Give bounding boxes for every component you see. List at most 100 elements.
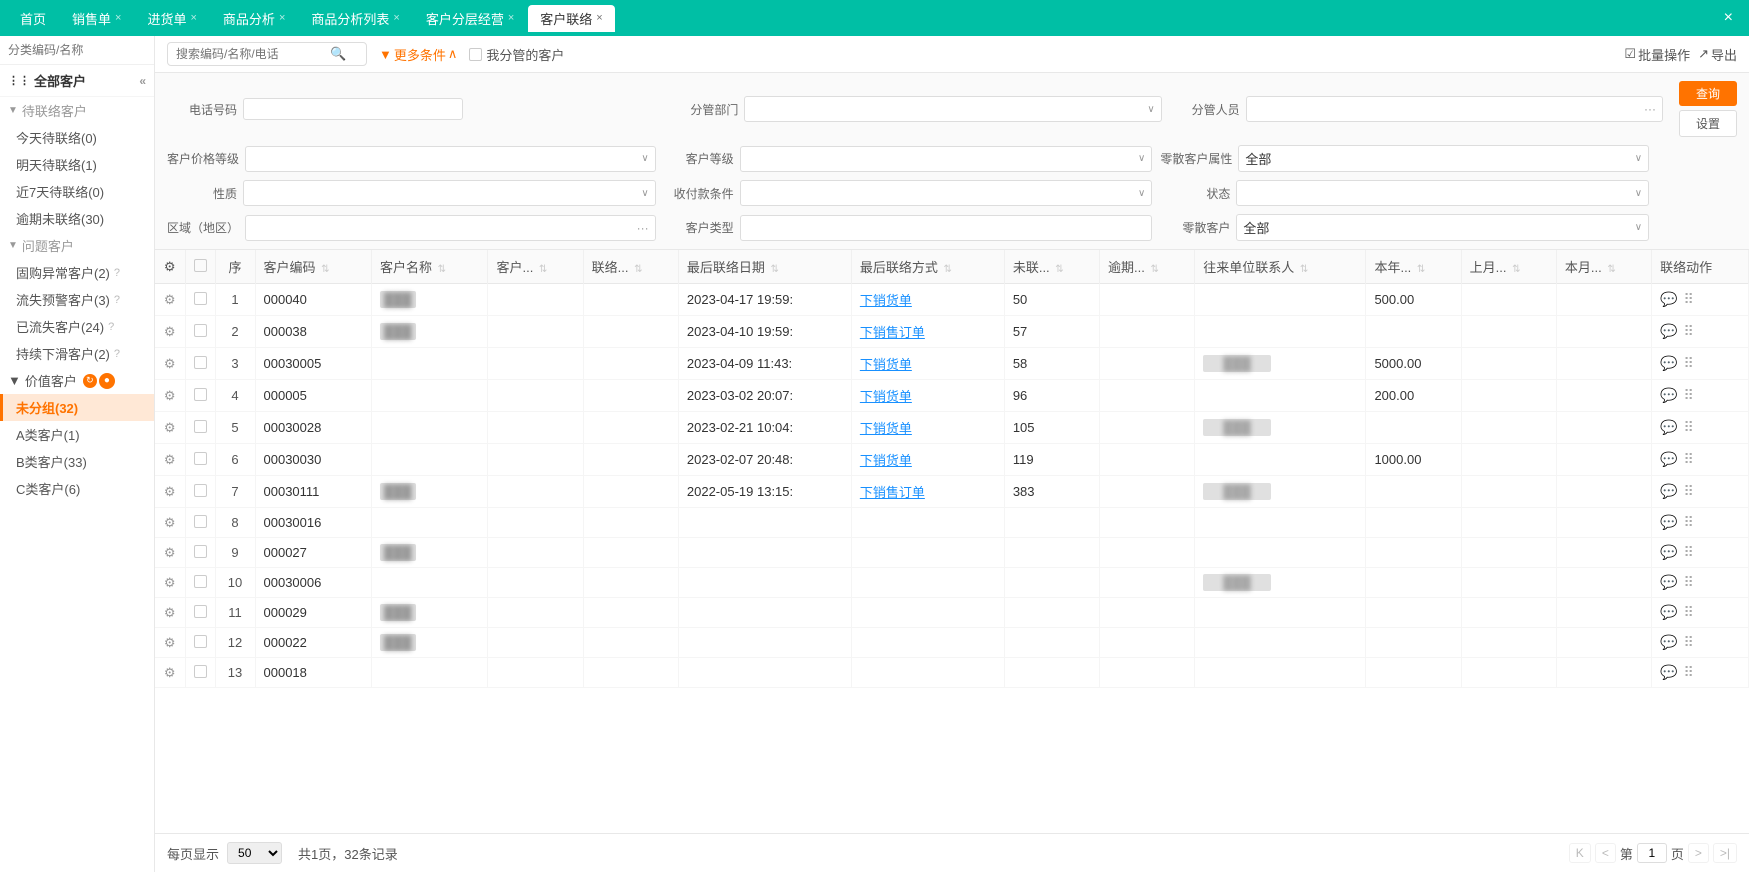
row-gear[interactable]: ⚙ bbox=[155, 628, 185, 658]
row-last-method[interactable]: 下销货单 bbox=[851, 412, 1004, 444]
col-header-this-year[interactable]: 本年... ⇅ bbox=[1366, 250, 1461, 284]
row-gear[interactable]: ⚙ bbox=[155, 284, 185, 316]
row-checkbox[interactable] bbox=[185, 538, 215, 568]
reset-btn[interactable]: 设置 bbox=[1679, 110, 1737, 137]
retail-attr-select[interactable]: 全部 ∨ bbox=[1238, 145, 1649, 172]
contact-icon[interactable]: 💬 bbox=[1660, 323, 1677, 340]
contact-icon[interactable]: 💬 bbox=[1660, 514, 1677, 531]
row-gear[interactable]: ⚙ bbox=[155, 658, 185, 688]
row-check[interactable] bbox=[194, 635, 207, 648]
select-all-checkbox[interactable] bbox=[194, 259, 207, 272]
price-customers-group-header[interactable]: ▼ 价值客户 ↻ ● bbox=[0, 367, 154, 394]
contact-icon[interactable]: 💬 bbox=[1660, 483, 1677, 500]
contact-icon[interactable]: 💬 bbox=[1660, 387, 1677, 404]
close-product-analysis-list-tab[interactable]: × bbox=[393, 12, 399, 24]
row-check[interactable] bbox=[194, 292, 207, 305]
row-checkbox[interactable] bbox=[185, 598, 215, 628]
row-check[interactable] bbox=[194, 605, 207, 618]
more-icon[interactable]: ⠿ bbox=[1684, 291, 1694, 308]
method-link[interactable]: 下销货单 bbox=[860, 421, 912, 436]
method-link[interactable]: 下销货单 bbox=[860, 453, 912, 468]
contact-icon[interactable]: 💬 bbox=[1660, 634, 1677, 651]
col-header-name[interactable]: 客户名称 ⇅ bbox=[371, 250, 487, 284]
row-last-method[interactable] bbox=[851, 508, 1004, 538]
row-gear[interactable]: ⚙ bbox=[155, 508, 185, 538]
tab-customer-segment[interactable]: 客户分层经营 × bbox=[414, 5, 526, 32]
row-checkbox[interactable] bbox=[185, 628, 215, 658]
row-last-method[interactable] bbox=[851, 568, 1004, 598]
row-last-method[interactable] bbox=[851, 628, 1004, 658]
row-checkbox[interactable] bbox=[185, 284, 215, 316]
row-gear[interactable]: ⚙ bbox=[155, 568, 185, 598]
close-customer-segment-tab[interactable]: × bbox=[508, 12, 514, 24]
more-icon[interactable]: ⠿ bbox=[1684, 544, 1694, 561]
customer-grade-select[interactable]: ∨ bbox=[740, 146, 1153, 172]
prev-page-btn[interactable]: < bbox=[1595, 843, 1616, 863]
col-header-checkbox[interactable] bbox=[185, 250, 215, 284]
region-select[interactable]: ··· bbox=[245, 215, 656, 241]
more-icon[interactable]: ⠿ bbox=[1684, 664, 1694, 681]
row-checkbox[interactable] bbox=[185, 658, 215, 688]
col-header-last-date[interactable]: 最后联络日期 ⇅ bbox=[678, 250, 851, 284]
method-link[interactable]: 下销售订单 bbox=[860, 485, 925, 500]
more-icon[interactable]: ⠿ bbox=[1684, 451, 1694, 468]
tab-home[interactable]: 首页 bbox=[8, 5, 58, 32]
payment-select[interactable]: ∨ bbox=[740, 180, 1153, 206]
sidebar-item-7days[interactable]: 近7天待联络(0) bbox=[0, 178, 154, 205]
export-btn[interactable]: ↗ 导出 bbox=[1698, 45, 1737, 64]
row-gear[interactable]: ⚙ bbox=[155, 598, 185, 628]
sidebar-item-abnormal-purchase[interactable]: 固购异常客户(2) ? bbox=[0, 259, 154, 286]
person-select[interactable]: ··· bbox=[1246, 96, 1663, 122]
contact-icon[interactable]: 💬 bbox=[1660, 355, 1677, 372]
more-icon[interactable]: ⠿ bbox=[1684, 323, 1694, 340]
more-icon[interactable]: ⠿ bbox=[1684, 574, 1694, 591]
more-icon[interactable]: ⠿ bbox=[1684, 355, 1694, 372]
row-gear[interactable]: ⚙ bbox=[155, 316, 185, 348]
problem-customers-group-header[interactable]: ▼ 问题客户 bbox=[0, 232, 154, 259]
sidebar-item-group-b[interactable]: B类客户(33) bbox=[0, 448, 154, 475]
col-header-overdue[interactable]: 逾期... ⇅ bbox=[1100, 250, 1195, 284]
more-icon[interactable]: ⠿ bbox=[1684, 483, 1694, 500]
row-last-method[interactable]: 下销售订单 bbox=[851, 316, 1004, 348]
region-ellipsis-icon[interactable]: ··· bbox=[637, 221, 649, 235]
person-ellipsis-icon[interactable]: ··· bbox=[1644, 102, 1656, 116]
row-checkbox[interactable] bbox=[185, 476, 215, 508]
row-checkbox[interactable] bbox=[185, 380, 215, 412]
row-checkbox[interactable] bbox=[185, 316, 215, 348]
col-header-gear[interactable]: ⚙ bbox=[155, 250, 185, 284]
contact-icon[interactable]: 💬 bbox=[1660, 419, 1677, 436]
next-page-btn[interactable]: > bbox=[1688, 843, 1709, 863]
contact-icon[interactable]: 💬 bbox=[1660, 574, 1677, 591]
sidebar-item-churn-risk[interactable]: 流失预警客户(3) ? bbox=[0, 286, 154, 313]
sidebar-item-group-c[interactable]: C类客户(6) bbox=[0, 475, 154, 502]
status-select[interactable]: ∨ bbox=[1236, 180, 1649, 206]
contact-icon[interactable]: 💬 bbox=[1660, 544, 1677, 561]
col-header-contact[interactable]: 联络... ⇅ bbox=[583, 250, 678, 284]
close-customer-contact-tab[interactable]: × bbox=[596, 12, 602, 24]
query-btn[interactable]: 查询 bbox=[1679, 81, 1737, 106]
pending-contact-group-header[interactable]: ▼ 待联络客户 bbox=[0, 97, 154, 124]
more-conditions-btn[interactable]: ▼ 更多条件 ∧ bbox=[379, 45, 457, 64]
row-checkbox[interactable] bbox=[185, 348, 215, 380]
col-header-code[interactable]: 客户编码 ⇅ bbox=[255, 250, 371, 284]
sidebar-collapse-btn[interactable]: « bbox=[139, 74, 146, 88]
window-close-button[interactable]: × bbox=[1716, 9, 1741, 27]
row-last-method[interactable] bbox=[851, 538, 1004, 568]
more-icon[interactable]: ⠿ bbox=[1684, 604, 1694, 621]
row-gear[interactable]: ⚙ bbox=[155, 412, 185, 444]
tab-product-analysis-list[interactable]: 商品分析列表 × bbox=[299, 5, 411, 32]
contact-icon[interactable]: 💬 bbox=[1660, 291, 1677, 308]
row-gear[interactable]: ⚙ bbox=[155, 348, 185, 380]
my-customers-checkbox[interactable]: 我分管的客户 bbox=[469, 45, 564, 64]
row-check[interactable] bbox=[194, 420, 207, 433]
col-header-this-month[interactable]: 本月... ⇅ bbox=[1556, 250, 1651, 284]
main-search-icon[interactable]: 🔍 bbox=[330, 46, 346, 62]
contact-icon[interactable]: 💬 bbox=[1660, 664, 1677, 681]
col-header-no-contact[interactable]: 未联... ⇅ bbox=[1004, 250, 1099, 284]
row-gear[interactable]: ⚙ bbox=[155, 444, 185, 476]
customer-type-select[interactable] bbox=[740, 215, 1153, 241]
sidebar-item-today[interactable]: 今天待联络(0) bbox=[0, 124, 154, 151]
row-check[interactable] bbox=[194, 452, 207, 465]
row-last-method[interactable]: 下销售订单 bbox=[851, 476, 1004, 508]
sidebar-item-lost[interactable]: 已流失客户(24) ? bbox=[0, 313, 154, 340]
